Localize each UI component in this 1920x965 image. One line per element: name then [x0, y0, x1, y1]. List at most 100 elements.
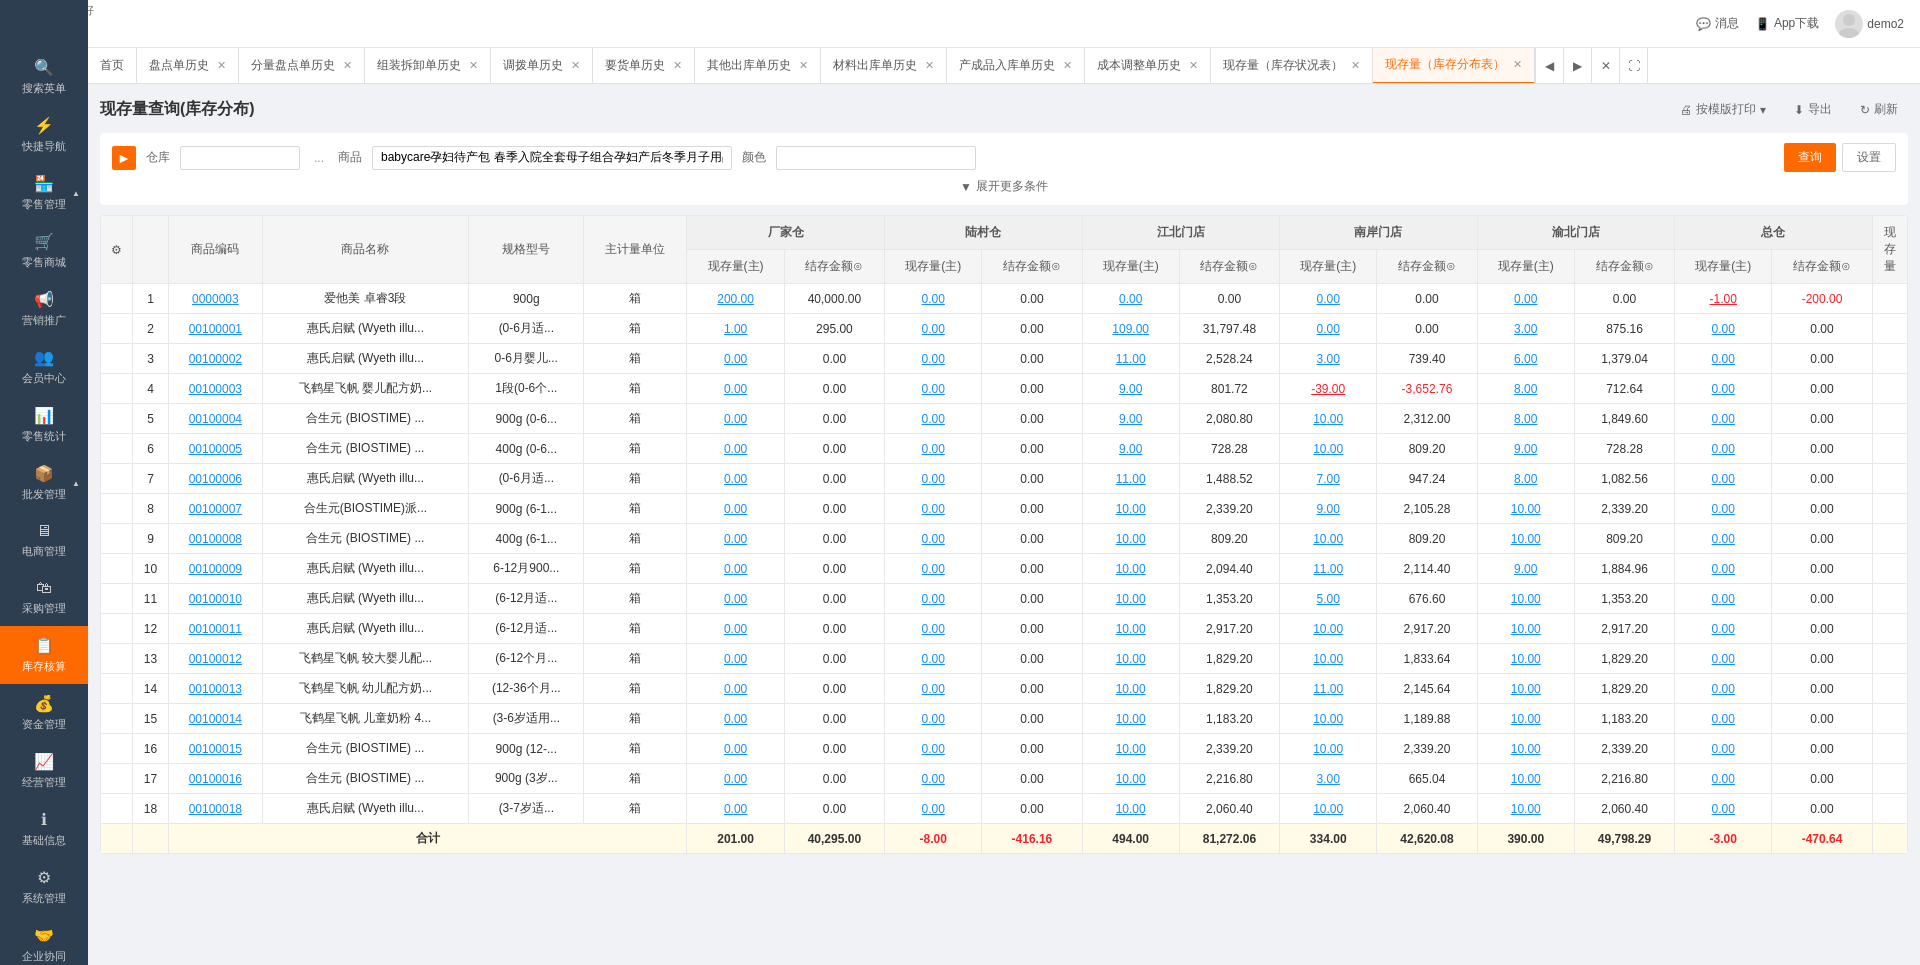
row-yubei-qty[interactable]: 8.00	[1477, 404, 1574, 434]
row-yubei-qty[interactable]: 10.00	[1477, 584, 1574, 614]
row-jiangbei-qty[interactable]: 0.00	[1082, 284, 1179, 314]
row-factory-qty[interactable]: 0.00	[687, 704, 784, 734]
filter-toggle-btn[interactable]: ►	[112, 146, 136, 170]
row-lucun-qty[interactable]: 0.00	[884, 494, 981, 524]
tab-close[interactable]: ✕	[1063, 59, 1072, 72]
row-total-qty[interactable]: 0.00	[1675, 584, 1772, 614]
tab-expand-btn[interactable]: ⛶	[1620, 48, 1648, 84]
tab-close[interactable]: ✕	[571, 59, 580, 72]
row-jiangbei-qty[interactable]: 9.00	[1082, 404, 1179, 434]
row-jiangbei-qty[interactable]: 10.00	[1082, 524, 1179, 554]
row-nanan-qty[interactable]: 0.00	[1280, 314, 1377, 344]
row-code[interactable]: 00100008	[169, 524, 263, 554]
row-yubei-qty[interactable]: 9.00	[1477, 554, 1574, 584]
row-jiangbei-qty[interactable]: 10.00	[1082, 764, 1179, 794]
row-total-qty[interactable]: 0.00	[1675, 404, 1772, 434]
row-yubei-qty[interactable]: 10.00	[1477, 704, 1574, 734]
warehouse-input[interactable]	[180, 146, 300, 170]
row-factory-qty[interactable]: 0.00	[687, 644, 784, 674]
row-nanan-qty[interactable]: 3.00	[1280, 344, 1377, 374]
tab-product-inbound[interactable]: 产成品入库单历史 ✕	[947, 48, 1085, 84]
row-total-qty[interactable]: 0.00	[1675, 674, 1772, 704]
row-code[interactable]: 00100004	[169, 404, 263, 434]
row-yubei-qty[interactable]: 6.00	[1477, 344, 1574, 374]
row-jiangbei-qty[interactable]: 10.00	[1082, 644, 1179, 674]
row-factory-qty[interactable]: 0.00	[687, 794, 784, 824]
row-yubei-qty[interactable]: 10.00	[1477, 614, 1574, 644]
row-lucun-qty[interactable]: 0.00	[884, 434, 981, 464]
refresh-btn[interactable]: ↻ 刷新	[1850, 96, 1908, 123]
sidebar-item-search[interactable]: 🔍 搜索英单	[0, 48, 88, 106]
row-total-qty[interactable]: 0.00	[1675, 644, 1772, 674]
sidebar-item-inventory[interactable]: 📋 库存核算	[0, 626, 88, 684]
row-yubei-qty[interactable]: 8.00	[1477, 464, 1574, 494]
row-code[interactable]: 00100001	[169, 314, 263, 344]
row-lucun-qty[interactable]: 0.00	[884, 344, 981, 374]
row-nanan-qty[interactable]: 10.00	[1280, 644, 1377, 674]
row-factory-qty[interactable]: 0.00	[687, 614, 784, 644]
row-yubei-qty[interactable]: 10.00	[1477, 644, 1574, 674]
row-factory-qty[interactable]: 1.00	[687, 314, 784, 344]
row-total-qty[interactable]: 0.00	[1675, 494, 1772, 524]
tab-close[interactable]: ✕	[799, 59, 808, 72]
settings-btn[interactable]: 设置	[1842, 143, 1896, 172]
row-yubei-qty[interactable]: 0.00	[1477, 284, 1574, 314]
row-lucun-qty[interactable]: 0.00	[884, 764, 981, 794]
row-nanan-qty[interactable]: 11.00	[1280, 554, 1377, 584]
row-lucun-qty[interactable]: 0.00	[884, 704, 981, 734]
row-nanan-qty[interactable]: 10.00	[1280, 704, 1377, 734]
user-profile[interactable]: demo2	[1835, 10, 1904, 38]
row-total-qty[interactable]: 0.00	[1675, 314, 1772, 344]
sidebar-item-nav[interactable]: ⚡ 快捷导航	[0, 106, 88, 164]
row-jiangbei-qty[interactable]: 109.00	[1082, 314, 1179, 344]
tab-close[interactable]: ✕	[925, 59, 934, 72]
row-jiangbei-qty[interactable]: 9.00	[1082, 374, 1179, 404]
product-input[interactable]	[372, 146, 732, 170]
row-lucun-qty[interactable]: 0.00	[884, 674, 981, 704]
tab-prev-btn[interactable]: ◀	[1536, 48, 1564, 84]
row-jiangbei-qty[interactable]: 11.00	[1082, 344, 1179, 374]
row-nanan-qty[interactable]: 10.00	[1280, 434, 1377, 464]
row-jiangbei-qty[interactable]: 10.00	[1082, 494, 1179, 524]
row-total-qty[interactable]: 0.00	[1675, 374, 1772, 404]
row-factory-qty[interactable]: 0.00	[687, 734, 784, 764]
row-yubei-qty[interactable]: 9.00	[1477, 434, 1574, 464]
row-total-qty[interactable]: 0.00	[1675, 704, 1772, 734]
row-factory-qty[interactable]: 0.00	[687, 524, 784, 554]
row-code[interactable]: 0000003	[169, 284, 263, 314]
row-nanan-qty[interactable]: 10.00	[1280, 614, 1377, 644]
row-yubei-qty[interactable]: 10.00	[1477, 524, 1574, 554]
row-yubei-qty[interactable]: 10.00	[1477, 794, 1574, 824]
row-factory-qty[interactable]: 0.00	[687, 674, 784, 704]
row-lucun-qty[interactable]: 0.00	[884, 614, 981, 644]
row-total-qty[interactable]: 0.00	[1675, 764, 1772, 794]
row-lucun-qty[interactable]: 0.00	[884, 644, 981, 674]
row-code[interactable]: 00100003	[169, 374, 263, 404]
print-btn[interactable]: 🖨 按模版打印 ▾	[1670, 96, 1776, 123]
expand-row[interactable]: ▼ 展开更多条件	[112, 178, 1896, 195]
row-lucun-qty[interactable]: 0.00	[884, 284, 981, 314]
row-yubei-qty[interactable]: 10.00	[1477, 494, 1574, 524]
row-factory-qty[interactable]: 0.00	[687, 344, 784, 374]
sidebar-item-basics[interactable]: ℹ 基础信息	[0, 800, 88, 858]
tab-next-btn[interactable]: ▶	[1564, 48, 1592, 84]
row-nanan-qty[interactable]: 11.00	[1280, 674, 1377, 704]
app-download-btn[interactable]: 📱 App下载	[1755, 15, 1819, 32]
row-code[interactable]: 00100013	[169, 674, 263, 704]
row-nanan-qty[interactable]: 0.00	[1280, 284, 1377, 314]
row-total-qty[interactable]: 0.00	[1675, 344, 1772, 374]
tab-requisition[interactable]: 要货单历史 ✕	[593, 48, 695, 84]
row-total-qty[interactable]: 0.00	[1675, 614, 1772, 644]
tab-stock-status[interactable]: 现存量（库存状况表）✕	[1211, 48, 1373, 84]
row-code[interactable]: 00100015	[169, 734, 263, 764]
row-nanan-qty[interactable]: 5.00	[1280, 584, 1377, 614]
row-factory-qty[interactable]: 0.00	[687, 434, 784, 464]
tab-close[interactable]: ✕	[469, 59, 478, 72]
tab-close-all-btn[interactable]: ✕	[1592, 48, 1620, 84]
row-total-qty[interactable]: 0.00	[1675, 554, 1772, 584]
tab-partial-check[interactable]: 分量盘点单历史 ✕	[239, 48, 365, 84]
row-total-qty[interactable]: 0.00	[1675, 434, 1772, 464]
row-code[interactable]: 00100009	[169, 554, 263, 584]
sidebar-item-retail-stats[interactable]: 📊 零售统计	[0, 396, 88, 454]
row-code[interactable]: 00100006	[169, 464, 263, 494]
